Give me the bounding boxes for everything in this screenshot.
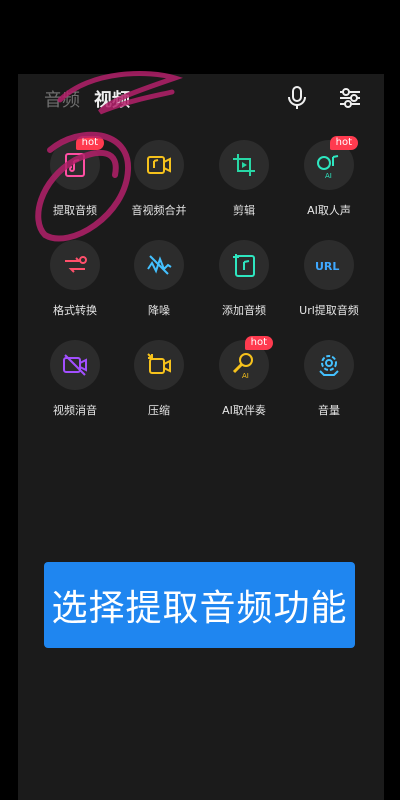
feature-icon-circle: hot [50,136,104,190]
hot-badge: hot [244,336,273,350]
feature-icon-circle [50,240,100,290]
feature-ai-accompaniment[interactable]: AI hot AI取伴奏 [199,336,289,418]
app-panel: 音频 视频 hot 提取音频 音视频合并 剪辑 AI hot AI取人声 格式转… [18,74,384,800]
feature-label: 视频消音 [53,404,97,417]
merge-av-icon [147,156,171,174]
feature-label: 压缩 [148,404,170,417]
tab-video[interactable]: 视频 [94,86,130,112]
cta-label: 选择提取音频功能 [51,588,348,629]
select-function-button[interactable]: 选择提取音频功能 [44,562,355,648]
feature-label: 音视频合并 [131,204,187,217]
tab-audio[interactable]: 音频 [44,86,80,112]
volume-settings-icon [319,355,339,376]
svg-text:URL: URL [315,260,339,273]
feature-icon-circle [50,340,100,390]
ai-accompaniment-icon: AI [232,353,253,379]
feature-mute-video[interactable]: 视频消音 [30,340,120,418]
svg-text:AI: AI [242,372,249,379]
feature-icon-circle: AI hot [219,336,273,390]
feature-volume[interactable]: 音量 [284,340,374,418]
feature-label: AI取人声 [307,204,351,217]
feature-format-convert[interactable]: 格式转换 [30,240,120,318]
feature-url-extract[interactable]: URL Url提取音频 [284,240,374,318]
ai-vocal-icon: AI [317,155,339,179]
compress-icon [147,353,171,374]
mute-video-icon [63,354,87,376]
feature-compress[interactable]: 压缩 [114,340,204,418]
feature-extract-audio[interactable]: hot 提取音频 [30,136,120,218]
feature-icon-circle [219,140,269,190]
feature-add-audio[interactable]: 添加音频 [199,240,289,318]
feature-icon-circle [134,240,184,290]
url-icon: URL [315,260,339,273]
feature-label: 音量 [318,404,340,417]
feature-label: 降噪 [148,304,170,317]
feature-crop[interactable]: 剪辑 [199,140,289,218]
feature-noise-reduction[interactable]: 降噪 [114,240,204,318]
feature-icon-circle [219,240,269,290]
feature-label: 提取音频 [53,204,97,217]
hot-badge: hot [75,136,104,150]
feature-icon-circle: URL [304,240,354,290]
sliders-icon[interactable] [336,84,364,112]
feature-icon-circle [304,340,354,390]
feature-merge-av[interactable]: 音视频合并 [114,140,204,218]
feature-label: 添加音频 [222,304,266,317]
feature-label: Url提取音频 [299,304,359,317]
tab-bar: 音频 视频 [44,86,130,112]
feature-label: 格式转换 [53,304,97,317]
hot-badge: hot [329,136,358,150]
extract-audio-icon [65,153,85,177]
feature-icon-circle: AI hot [304,136,358,190]
feature-icon-circle [134,340,184,390]
microphone-icon[interactable] [283,84,311,112]
svg-text:AI: AI [325,172,332,179]
feature-icon-circle [134,140,184,190]
feature-label: AI取伴奏 [222,404,266,417]
format-convert-icon [65,256,87,273]
add-audio-icon [233,254,255,277]
feature-ai-vocal[interactable]: AI hot AI取人声 [284,136,374,218]
noise-reduction-icon [147,255,172,275]
crop-icon [233,154,255,176]
feature-label: 剪辑 [233,204,255,217]
